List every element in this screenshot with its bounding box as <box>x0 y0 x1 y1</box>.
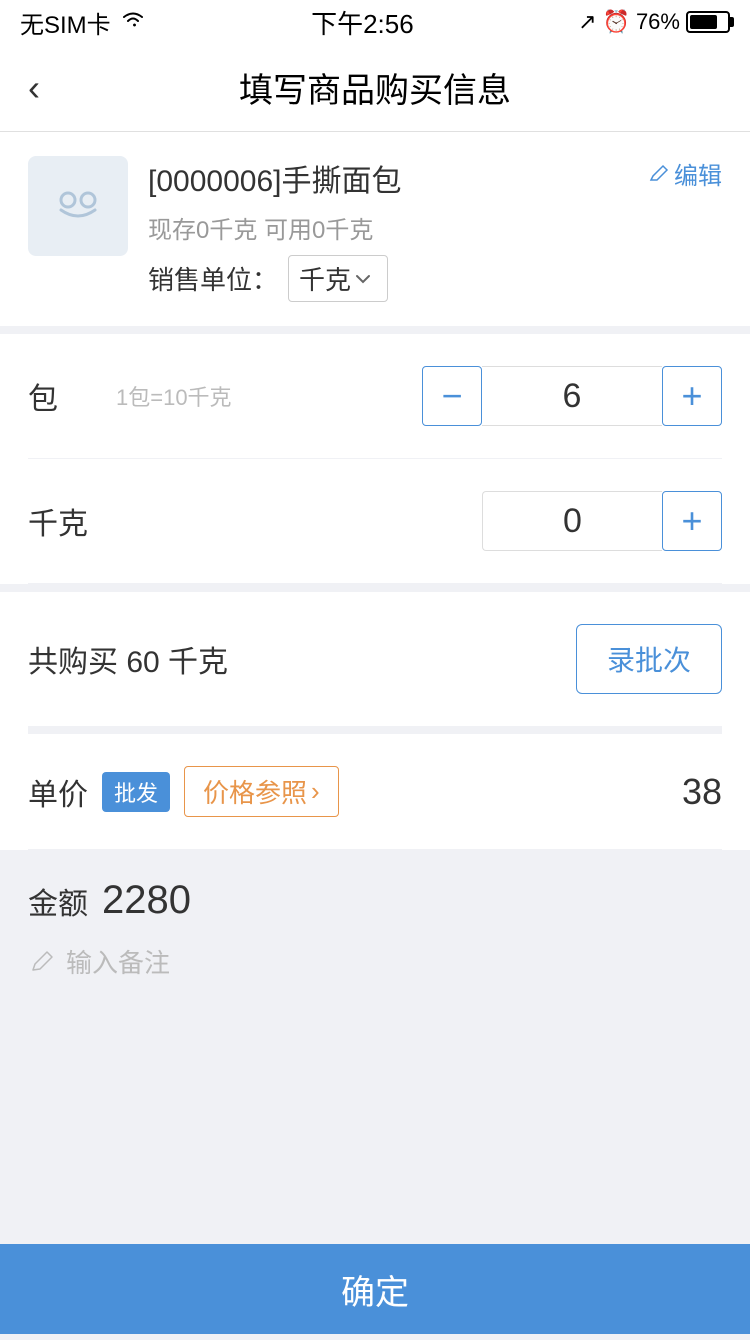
kg-quantity-row: 千克 + <box>28 459 722 584</box>
amount-row: 金额 2280 <box>28 878 722 923</box>
remark-placeholder: 输入备注 <box>66 943 170 980</box>
price-section: 单价 批发 价格参照 › 38 <box>0 734 750 850</box>
product-card: [0000006]手撕面包 编辑 现存0千克 可用0千克 销售单位： 千克 <box>0 132 750 334</box>
edit-button[interactable]: 编辑 <box>648 156 722 191</box>
bao-increment-button[interactable]: + <box>662 366 722 426</box>
bao-decrement-button[interactable]: − <box>422 366 482 426</box>
product-stock: 现存0千克 可用0千克 <box>148 210 722 245</box>
amount-value: 2280 <box>102 878 191 923</box>
product-thumbnail <box>28 156 128 256</box>
status-right: ↗ ⏰ 76% <box>578 9 730 35</box>
summary-row: 共购买 60 千克 录批次 <box>28 592 722 734</box>
kg-label: 千克 <box>28 499 108 543</box>
remark-row[interactable]: 输入备注 <box>28 943 722 1000</box>
status-left: 无SIM卡 <box>20 5 147 40</box>
page-title: 填写商品购买信息 <box>239 63 511 112</box>
unit-label: 销售单位： <box>148 260 278 297</box>
confirm-button[interactable]: 确定 <box>0 1244 750 1334</box>
summary-section: 共购买 60 千克 录批次 <box>0 584 750 734</box>
status-time: 下午2:56 <box>311 4 414 41</box>
bao-qty-control: − + <box>422 366 722 426</box>
batch-button[interactable]: 录批次 <box>576 624 722 694</box>
bao-qty-input[interactable] <box>482 366 662 426</box>
price-tag: 批发 <box>102 772 170 812</box>
back-button[interactable]: ‹ <box>28 67 40 109</box>
summary-text: 共购买 60 千克 <box>28 637 228 681</box>
unit-dropdown[interactable]: 千克 <box>288 255 388 302</box>
amount-label: 金额 <box>28 879 88 923</box>
wifi-icon <box>119 8 147 36</box>
product-name: [0000006]手撕面包 <box>148 156 401 200</box>
location-icon: ↗ <box>578 9 596 35</box>
price-row: 单价 批发 价格参照 › 38 <box>28 734 722 850</box>
status-bar: 无SIM卡 下午2:56 ↗ ⏰ 76% <box>0 0 750 44</box>
price-label: 单价 <box>28 770 88 814</box>
price-ref-arrow: › <box>311 776 320 807</box>
kg-qty-control: + <box>482 491 722 551</box>
kg-increment-button[interactable]: + <box>662 491 722 551</box>
product-unit-row: 销售单位： 千克 <box>148 255 722 302</box>
price-ref-button[interactable]: 价格参照 › <box>184 766 339 817</box>
bao-hint: 1包=10千克 <box>116 380 422 412</box>
kg-qty-input[interactable] <box>482 491 662 551</box>
nav-bar: ‹ 填写商品购买信息 <box>0 44 750 132</box>
carrier-text: 无SIM卡 <box>20 5 111 40</box>
alarm-icon: ⏰ <box>603 9 630 35</box>
quantity-section: 包 1包=10千克 − + 千克 + <box>0 334 750 584</box>
battery-percent: 76% <box>636 9 680 35</box>
product-info: [0000006]手撕面包 编辑 现存0千克 可用0千克 销售单位： 千克 <box>148 156 722 302</box>
amount-section: 金额 2280 输入备注 <box>0 850 750 1000</box>
bao-quantity-row: 包 1包=10千克 − + <box>28 334 722 459</box>
price-value: 38 <box>682 771 722 813</box>
bao-label: 包 <box>28 374 108 418</box>
pencil-icon <box>28 948 56 976</box>
battery-icon <box>686 11 730 33</box>
